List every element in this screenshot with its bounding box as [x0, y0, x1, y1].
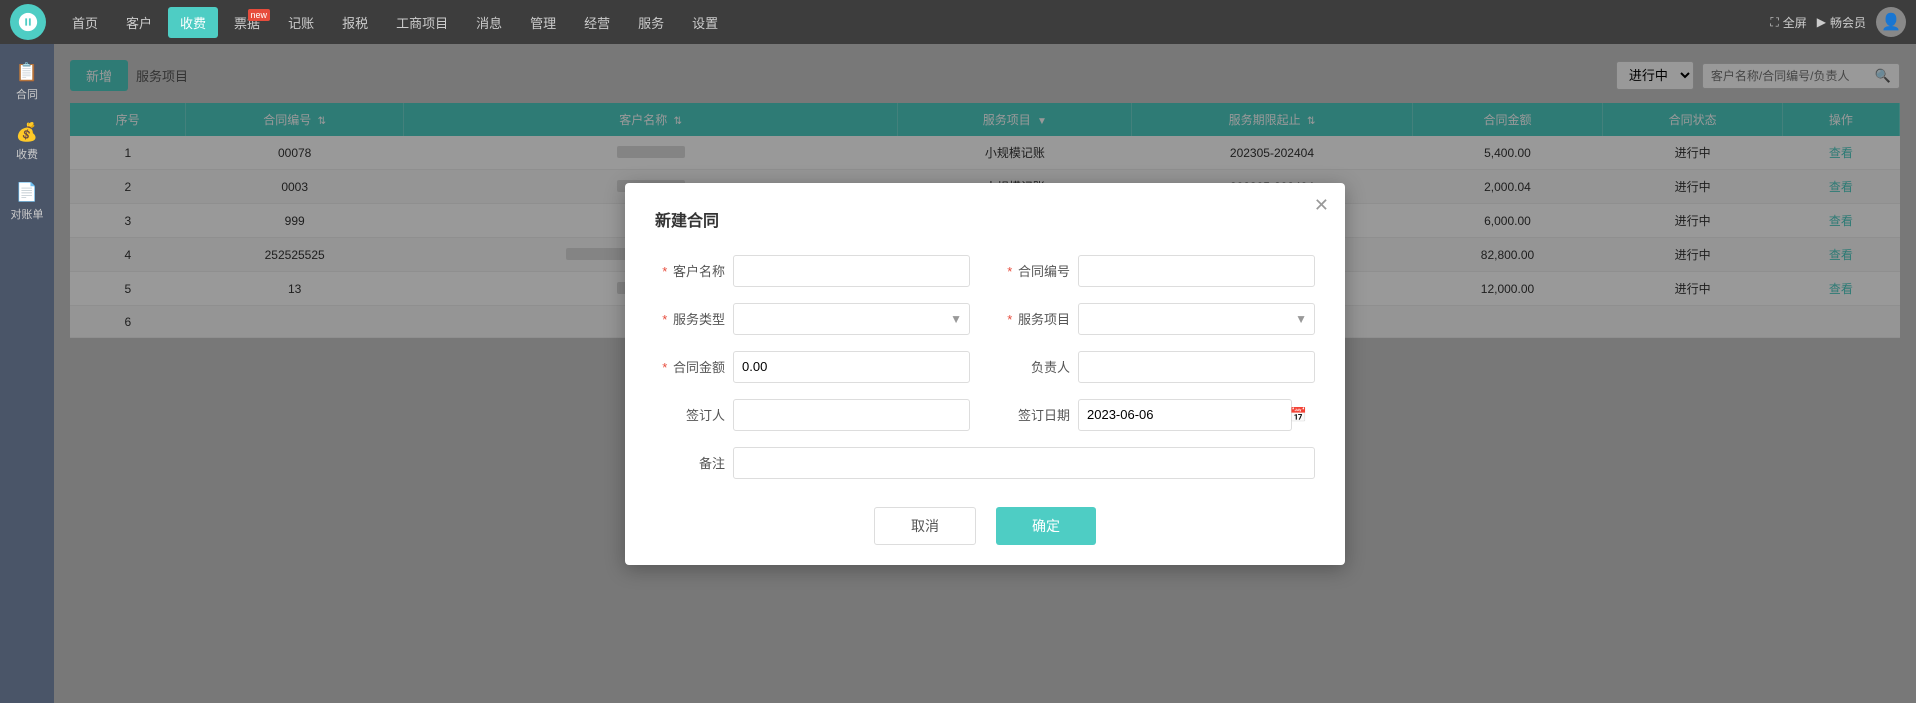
modal-actions: 取消 确定	[655, 507, 1315, 545]
sign-date-field: 签订日期 📅	[1000, 399, 1315, 431]
customer-name-field: * 客户名称	[655, 255, 970, 287]
customer-name-input[interactable]	[733, 255, 970, 287]
signer-field: 签订人	[655, 399, 970, 431]
nav-message[interactable]: 消息	[464, 7, 514, 38]
sign-date-input[interactable]	[1078, 399, 1292, 431]
nav-items: 首页 客户 收费 票据 new 记账 报税 工商项目 消息 管理 经营 服务 设…	[60, 7, 1770, 38]
sidebar-item-contract[interactable]: 📋 合同	[2, 54, 52, 110]
contract-no-input[interactable]	[1078, 255, 1315, 287]
remark-input[interactable]	[733, 447, 1315, 479]
confirm-button[interactable]: 确定	[996, 507, 1096, 545]
amount-field: * 合同金额	[655, 351, 970, 383]
app-logo[interactable]	[10, 4, 46, 40]
billing-icon: 💰	[16, 122, 38, 143]
top-nav: 首页 客户 收费 票据 new 记账 报税 工商项目 消息 管理 经营 服务 设…	[0, 0, 1916, 44]
close-button[interactable]: ✕	[1314, 195, 1329, 216]
content-area: 新增 服务项目 进行中 全部 已终止 🔍 序号 合同编号 ⇅	[54, 44, 1916, 703]
service-item-field: * 服务项目 ▼	[1000, 303, 1315, 335]
service-type-select[interactable]	[733, 303, 970, 335]
form-grid: * 客户名称 * 合同编号	[655, 255, 1315, 479]
modal-overlay: 新建合同 ✕ * 客户名称 * 合同编号	[54, 44, 1916, 703]
nav-right: ⛶ 全屏 ▶ 畅会员 👤	[1770, 7, 1906, 37]
main-layout: 📋 合同 💰 收费 📄 对账单 新增 服务项目 进行中 全部 已终止 🔍	[0, 44, 1916, 703]
responsible-input[interactable]	[1078, 351, 1315, 383]
nav-manage[interactable]: 管理	[518, 7, 568, 38]
cancel-button[interactable]: 取消	[874, 507, 976, 545]
user-avatar[interactable]: 👤	[1876, 7, 1906, 37]
sidebar-item-statement[interactable]: 📄 对账单	[2, 174, 52, 230]
nav-bookkeeping[interactable]: 记账	[276, 7, 326, 38]
nav-business[interactable]: 工商项目	[384, 7, 460, 38]
nav-customer[interactable]: 客户	[114, 7, 164, 38]
nav-tax[interactable]: 报税	[330, 7, 380, 38]
member-button[interactable]: ▶ 畅会员	[1817, 14, 1866, 31]
contract-no-field: * 合同编号	[1000, 255, 1315, 287]
statement-icon: 📄	[16, 182, 38, 203]
nav-operation[interactable]: 经营	[572, 7, 622, 38]
modal-new-contract: 新建合同 ✕ * 客户名称 * 合同编号	[625, 183, 1345, 565]
nav-invoice[interactable]: 票据 new	[222, 7, 272, 38]
modal-title: 新建合同	[655, 207, 1315, 231]
nav-service[interactable]: 服务	[626, 7, 676, 38]
nav-billing[interactable]: 收费	[168, 7, 218, 38]
contract-icon: 📋	[16, 62, 38, 83]
calendar-icon: 📅	[1290, 406, 1307, 423]
nav-home[interactable]: 首页	[60, 7, 110, 38]
responsible-field: 负责人	[1000, 351, 1315, 383]
service-type-field: * 服务类型 ▼	[655, 303, 970, 335]
play-icon: ▶	[1817, 15, 1826, 29]
signer-input[interactable]	[733, 399, 970, 431]
fullscreen-icon: ⛶	[1770, 15, 1778, 30]
sidebar-item-billing[interactable]: 💰 收费	[2, 114, 52, 170]
remark-field: 备注	[655, 447, 1315, 479]
sidebar: 📋 合同 💰 收费 📄 对账单	[0, 44, 54, 703]
service-item-select[interactable]	[1078, 303, 1315, 335]
nav-settings[interactable]: 设置	[680, 7, 730, 38]
amount-input[interactable]	[733, 351, 970, 383]
fullscreen-button[interactable]: ⛶ 全屏	[1770, 14, 1806, 31]
new-badge: new	[248, 9, 271, 21]
